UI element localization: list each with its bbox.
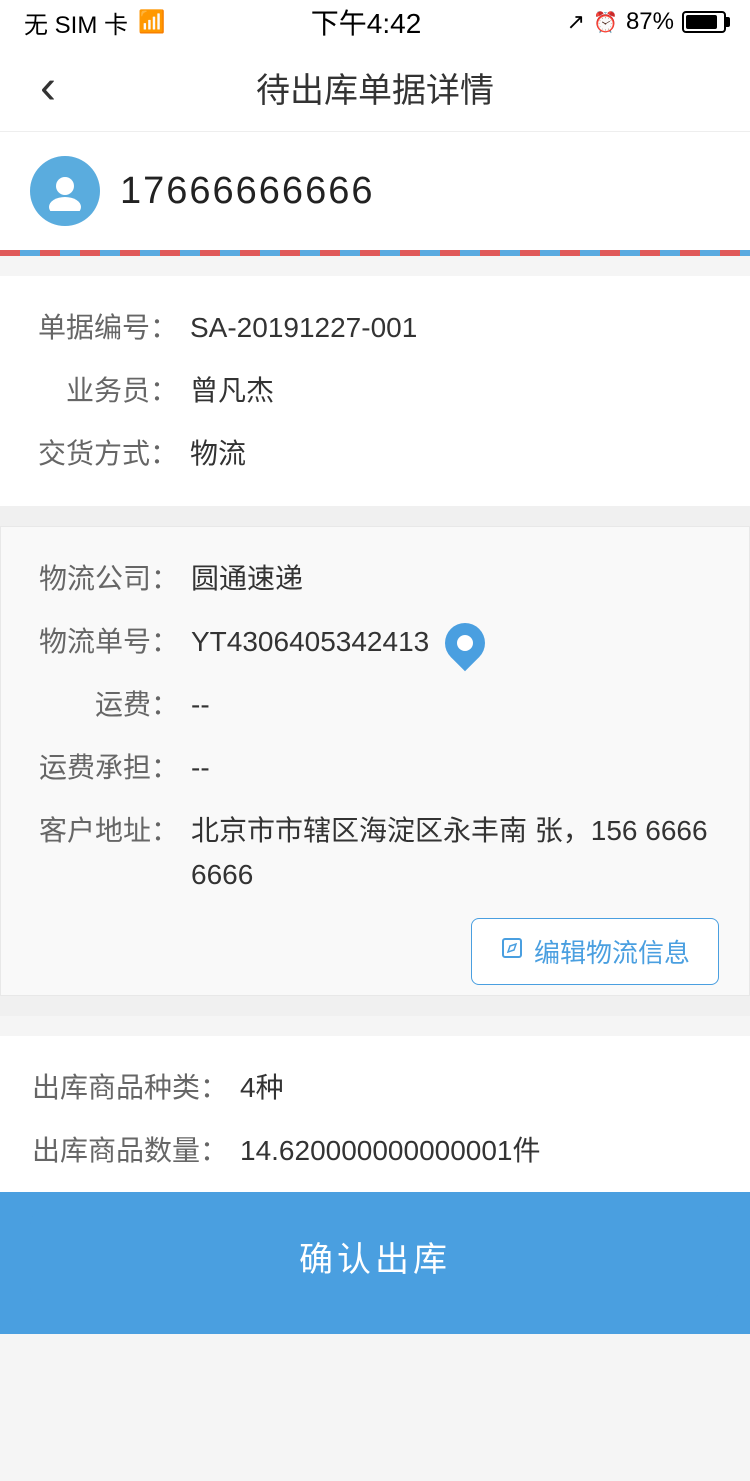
edit-btn-area: 编辑物流信息 <box>31 918 719 985</box>
address-row: 客户地址： 北京市市辖区海淀区永丰南 张，156 6666 6666 <box>31 809 719 899</box>
battery-percent: 87% <box>626 8 674 36</box>
carrier-text: 无 SIM 卡 <box>24 5 128 40</box>
order-no-label: 单据编号： <box>30 306 190 351</box>
status-time: 下午4:42 <box>311 2 422 42</box>
salesman-value: 曾凡杰 <box>190 369 720 414</box>
company-label: 物流公司： <box>31 557 191 602</box>
goods-types-value: 4种 <box>240 1066 720 1111</box>
goods-section: 出库商品种类： 4种 出库商品数量： 14.620000000000001件 <box>0 1036 750 1184</box>
status-carrier: 无 SIM 卡 📶 <box>24 5 165 40</box>
order-no-row: 单据编号： SA-20191227-001 <box>30 306 720 351</box>
freight-bear-label: 运费承担： <box>31 746 191 791</box>
goods-qty-value: 14.620000000000001件 <box>240 1129 720 1174</box>
location-icon[interactable] <box>437 614 494 671</box>
address-label: 客户地址： <box>31 809 191 854</box>
freight-bear-value: -- <box>191 746 719 791</box>
freight-value: -- <box>191 683 719 728</box>
battery-icon <box>682 11 726 33</box>
confirm-outbound-button[interactable]: 确认出库 <box>30 1212 720 1300</box>
order-no-value: SA-20191227-001 <box>190 306 720 351</box>
user-phone: 17666666666 <box>120 170 374 213</box>
dashed-divider <box>0 250 750 256</box>
delivery-label: 交货方式： <box>30 432 190 477</box>
back-button[interactable]: ‹ <box>30 50 66 125</box>
section-divider-1 <box>0 506 750 526</box>
nav-bar: ‹ 待出库单据详情 <box>0 44 750 132</box>
delivery-row: 交货方式： 物流 <box>30 432 720 477</box>
tracking-number: YT4306405342413 <box>191 620 429 665</box>
tracking-value: YT4306405342413 <box>191 620 719 665</box>
confirm-btn-wrap: 确认出库 <box>0 1192 750 1334</box>
salesman-label: 业务员： <box>30 369 190 414</box>
logistics-section: 物流公司： 圆通速递 物流单号： YT4306405342413 运费： -- … <box>0 526 750 996</box>
status-right: ↗ ⏰ 87% <box>567 8 726 36</box>
order-info-section: 单据编号： SA-20191227-001 业务员： 曾凡杰 交货方式： 物流 <box>0 276 750 506</box>
delivery-value: 物流 <box>190 432 720 477</box>
user-header: 17666666666 <box>0 132 750 250</box>
goods-types-label: 出库商品种类： <box>30 1066 240 1111</box>
gps-icon: ↗ <box>567 9 585 35</box>
company-value: 圆通速递 <box>191 557 719 602</box>
goods-qty-row: 出库商品数量： 14.620000000000001件 <box>30 1129 720 1174</box>
edit-icon <box>500 936 524 967</box>
status-bar: 无 SIM 卡 📶 下午4:42 ↗ ⏰ 87% <box>0 0 750 44</box>
wifi-icon: 📶 <box>138 9 165 35</box>
alarm-icon: ⏰ <box>593 10 618 35</box>
goods-types-row: 出库商品种类： 4种 <box>30 1066 720 1111</box>
address-value: 北京市市辖区海淀区永丰南 张，156 6666 6666 <box>191 809 719 899</box>
freight-row: 运费： -- <box>31 683 719 728</box>
edit-logistics-button[interactable]: 编辑物流信息 <box>471 918 719 985</box>
tracking-label: 物流单号： <box>31 620 191 665</box>
edit-logistics-label: 编辑物流信息 <box>534 933 690 970</box>
avatar <box>30 156 100 226</box>
tracking-row: 物流单号： YT4306405342413 <box>31 620 719 665</box>
salesman-row: 业务员： 曾凡杰 <box>30 369 720 414</box>
page-title: 待出库单据详情 <box>256 63 494 112</box>
freight-bear-row: 运费承担： -- <box>31 746 719 791</box>
company-row: 物流公司： 圆通速递 <box>31 557 719 602</box>
section-divider-2 <box>0 996 750 1016</box>
goods-qty-label: 出库商品数量： <box>30 1129 240 1174</box>
freight-label: 运费： <box>31 683 191 728</box>
